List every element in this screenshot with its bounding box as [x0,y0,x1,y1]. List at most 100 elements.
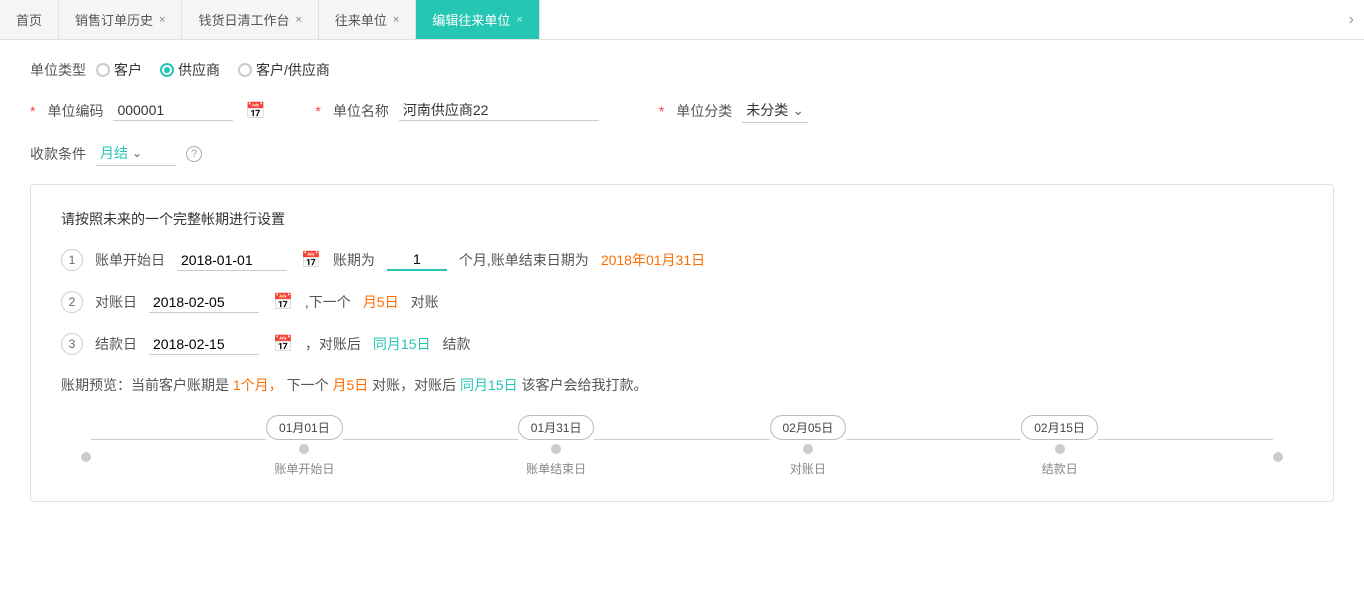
close-sales-history-icon[interactable]: × [159,14,165,26]
page-content: 单位类型 客户 供应商 客户/供应商 * 单位编码 📅 * 单位名称 * [0,40,1364,608]
preview-reconcile-prefix: 下一个 [287,377,329,393]
timeline-node-2-caption: 账单结束日 [526,460,586,477]
tab-more-button[interactable]: › [1339,0,1364,39]
unit-type-radio-group: 客户 供应商 客户/供应商 [96,60,330,80]
timeline-node-1-dot [299,444,309,454]
radio-supplier-label: 供应商 [178,60,220,80]
radio-customer-circle [96,63,110,77]
step-3-suffix-highlight: 同月15日 [373,334,431,354]
payment-term-value: 月结 [100,143,128,163]
tab-sales-history[interactable]: 销售订单历史 × [59,0,182,39]
step-1-period-unit: 个月,账单结束日期为 [459,250,589,270]
tab-edit-partner[interactable]: 编辑往来单位 × [416,0,539,39]
unit-category-required: * [659,103,664,119]
tab-bar: 首页 销售订单历史 × 钱货日清工作台 × 往来单位 × 编辑往来单位 × › [0,0,1364,40]
close-edit-partner-icon[interactable]: × [516,14,522,26]
step-1-label: 账单开始日 [95,250,165,270]
step-2-label: 对账日 [95,292,137,312]
unit-name-input[interactable] [399,100,599,121]
tab-partner-units-label: 往来单位 [335,10,387,29]
timeline-node-2-dot [551,444,561,454]
settings-card: 请按照未来的一个完整帐期进行设置 1 账单开始日 📅 账期为 个月,账单结束日期… [30,184,1334,502]
timeline-line-4 [846,439,1021,440]
timeline-line-2 [343,439,518,440]
radio-customer-label: 客户 [114,60,142,80]
step-1-date-input[interactable] [177,250,287,271]
preview-payment: 同月15日 [460,377,518,393]
step-1-period-input[interactable] [387,249,447,271]
step-1-row: 1 账单开始日 📅 账期为 个月,账单结束日期为 2018年01月31日 [61,249,1303,271]
payment-term-select[interactable]: 月结 ⌄ [96,141,176,166]
unit-name-required: * [315,103,320,119]
timeline-node-1-caption: 账单开始日 [274,460,334,477]
step-3-number: 3 [61,333,83,355]
tab-sales-history-label: 销售订单历史 [75,10,153,29]
close-partner-units-icon[interactable]: × [393,14,399,26]
step-2-number: 2 [61,291,83,313]
step-1-calendar-icon[interactable]: 📅 [301,250,321,270]
step-2-row: 2 对账日 📅 ,下一个 月5日 对账 [61,291,1303,313]
close-cash-work-icon[interactable]: × [295,14,301,26]
step-2-suffix-prefix: ,下一个 [305,292,351,312]
unit-category-value: 未分类 [746,100,788,120]
step-3-calendar-icon[interactable]: 📅 [273,334,293,354]
step-2-suffix-highlight: 月5日 [363,292,399,312]
radio-both-label: 客户/供应商 [256,60,330,80]
step-3-suffix-prefix: ，对账后 [305,334,361,354]
radio-both-circle [238,63,252,77]
timeline-node-3-dot [803,444,813,454]
radio-supplier[interactable]: 供应商 [160,60,220,80]
timeline-node-4-pill: 02月15日 [1021,415,1098,440]
timeline-node-2-pill: 01月31日 [518,415,595,440]
step-2-date-input[interactable] [149,292,259,313]
radio-both[interactable]: 客户/供应商 [238,60,330,80]
chevron-right-icon: › [1349,11,1354,29]
timeline-node-1: 01月01日 账单开始日 [266,415,343,477]
unit-code-calendar-icon[interactable]: 📅 [245,101,265,121]
timeline-node-4-caption: 结款日 [1042,460,1078,477]
preview-prefix: 账期预览：当前客户账期是 [61,377,229,393]
unit-type-row: 单位类型 客户 供应商 客户/供应商 [30,60,1334,80]
timeline-node-3: 02月05日 对账日 [770,415,847,477]
unit-code-input[interactable] [113,100,233,121]
tab-edit-partner-label: 编辑往来单位 [432,10,510,29]
timeline-start-dot [81,452,91,462]
step-3-suffix-label: 结款 [443,334,471,354]
unit-code-label: 单位编码 [47,101,103,121]
timeline-end-dot [1273,452,1283,462]
unit-info-row: * 单位编码 📅 * 单位名称 * 单位分类 未分类 ⌄ [30,98,1334,123]
step-1-period-end-date: 2018年01月31日 [601,250,705,270]
tab-partner-units[interactable]: 往来单位 × [319,0,416,39]
timeline-line-3 [594,439,769,440]
step-1-number: 1 [61,249,83,271]
unit-category-label: 单位分类 [676,101,732,121]
timeline-node-3-caption: 对账日 [790,460,826,477]
step-2-suffix-label: 对账 [411,292,439,312]
tab-cash-work[interactable]: 钱货日清工作台 × [182,0,318,39]
unit-type-label: 单位类型 [30,60,86,80]
preview-reconcile: 月5日 [332,377,368,393]
help-icon[interactable]: ? [186,146,202,162]
unit-code-required: * [30,103,35,119]
step-3-date-input[interactable] [149,334,259,355]
unit-name-label: 单位名称 [333,101,389,121]
tab-home[interactable]: 首页 [0,0,59,39]
radio-customer[interactable]: 客户 [96,60,142,80]
preview-reconcile-suffix: 对账，对账后 [372,377,456,393]
timeline-node-3-pill: 02月05日 [770,415,847,440]
radio-supplier-circle [160,63,174,77]
card-title: 请按照未来的一个完整帐期进行设置 [61,209,1303,229]
step-3-label: 结款日 [95,334,137,354]
timeline-line-5 [1098,439,1273,440]
preview-suffix: 该客户会给我打款。 [522,377,648,393]
preview-text: 账期预览：当前客户账期是 1个月， 下一个 月5日 对账，对账后 同月15日 该… [61,375,1303,395]
step-2-calendar-icon[interactable]: 📅 [273,292,293,312]
payment-term-dropdown-icon: ⌄ [132,146,142,160]
unit-category-select[interactable]: 未分类 ⌄ [742,98,808,123]
timeline-node-4-dot [1055,444,1065,454]
preview-period: 1个月， [233,377,283,393]
timeline: 01月01日 账单开始日 01月31日 账单结束日 02月05日 对账日 0 [61,415,1303,477]
timeline-node-2: 01月31日 账单结束日 [518,415,595,477]
payment-term-row: 收款条件 月结 ⌄ ? [30,141,1334,166]
timeline-node-4: 02月15日 结款日 [1021,415,1098,477]
